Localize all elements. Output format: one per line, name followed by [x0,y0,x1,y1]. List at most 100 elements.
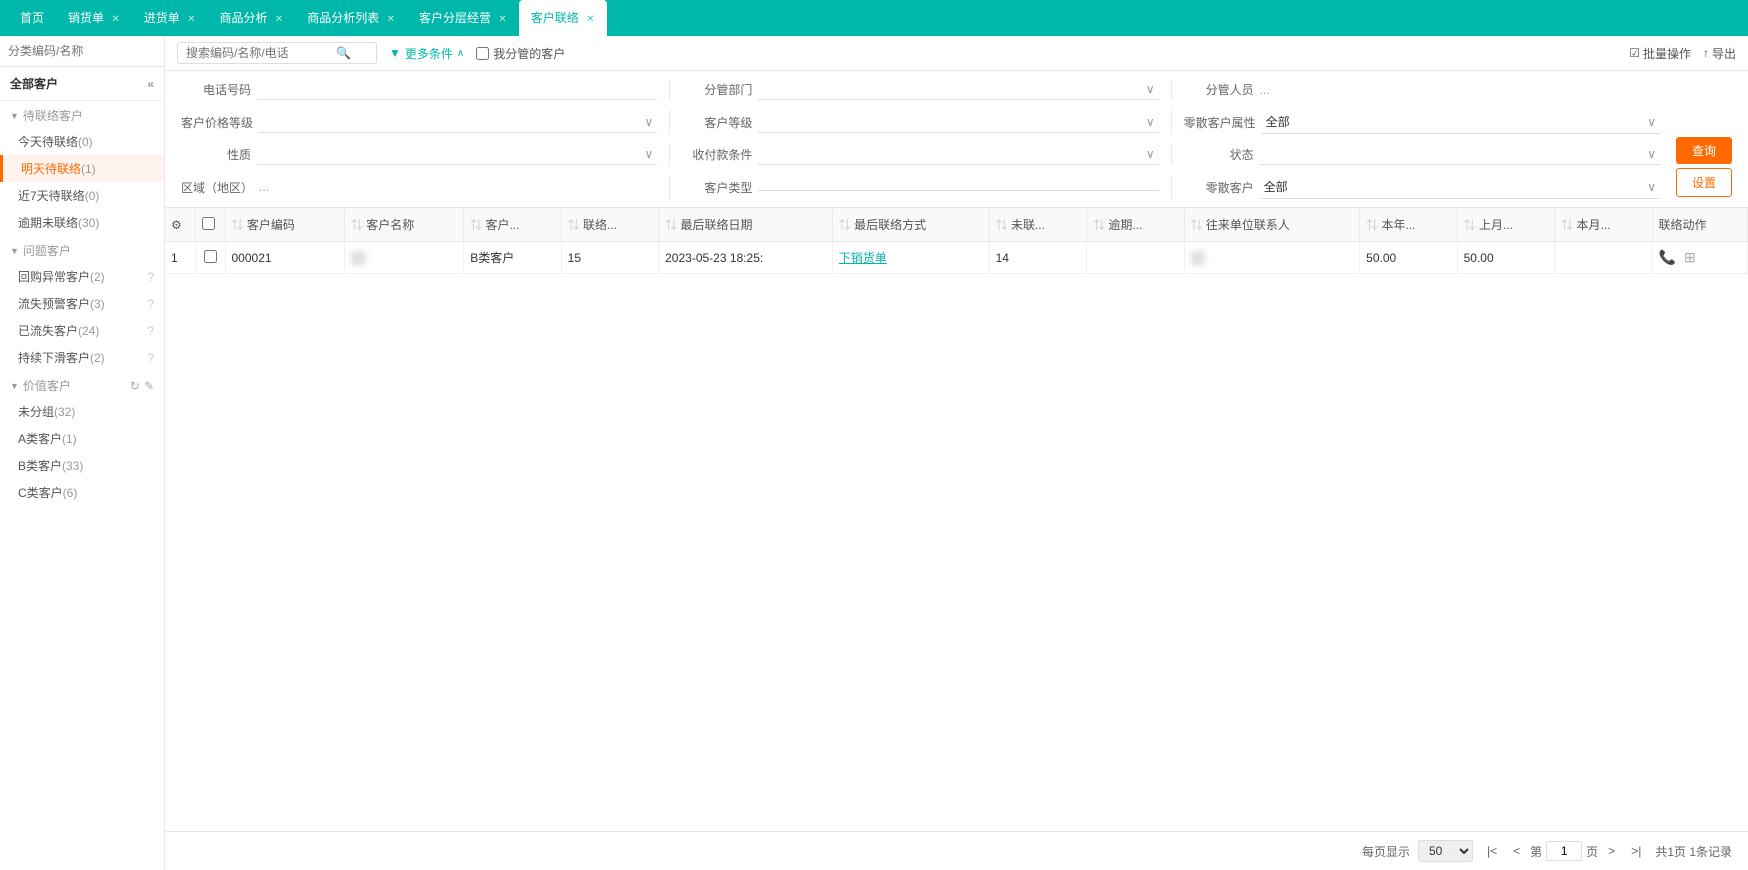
filter-search-input[interactable] [186,46,336,60]
batch-operation-button[interactable]: ☑ 批量操作 [1629,45,1691,62]
sidebar-item-tomorrow[interactable]: 明天待联络(1) [0,155,164,182]
nav-tab-salesorder[interactable]: 销货单 ✕ [56,0,132,36]
th-setting: ⚙ [165,208,195,242]
close-purchaseorder-tab[interactable]: ✕ [187,14,195,25]
adv-input-phone[interactable] [257,79,657,100]
adv-filter-row2: 客户价格等级 ∨ 客户等级 ∨ [181,110,1660,134]
adv-select-customer-type[interactable] [758,184,1158,191]
value-customer-edit-icon[interactable]: ✎ [144,379,154,393]
td-year-amount: 50.00 [1360,242,1457,274]
td-last-method: 下销货单 [832,242,989,274]
select-all-checkbox[interactable] [202,217,215,230]
sidebar-all-customers[interactable]: 全部客户 « [0,67,164,101]
sidebar-item-7days[interactable]: 近7天待联络(0) [0,182,164,209]
page-number-input[interactable] [1546,841,1582,861]
sidebar-item-ungrouped[interactable]: 未分组(32) [0,398,164,425]
top-navigation: 首页 销货单 ✕ 进货单 ✕ 商品分析 ✕ 商品分析列表 ✕ 客户分层经营 ✕ … [0,0,1748,36]
adv-select-nature[interactable]: ∨ [257,144,657,165]
sidebar-item-overdue[interactable]: 逾期未联络(30) [0,209,164,236]
batch-checkbox-icon: ☑ [1629,46,1640,60]
sidebar-item-class-b[interactable]: B类客户(33) [0,452,164,479]
sidebar-item-abnormal[interactable]: 回购异常客户(2) ? [0,263,164,290]
close-productanalysis-tab[interactable]: ✕ [275,14,283,25]
data-table: ⚙ ⇅ 客户编码 ⇅ 客户名称 [165,208,1748,274]
adv-filter-row1: 电话号码 分管部门 ∨ 分管人员 [181,79,1660,100]
adv-filter-row3: 性质 ∨ 收付款条件 ∨ [181,144,1660,165]
next-page-button[interactable]: > [1602,842,1621,860]
sidebar-item-class-a[interactable]: A类客户(1) [0,425,164,452]
sidebar-item-churned[interactable]: 已流失客户(24) ? [0,317,164,344]
value-customer-refresh-icon[interactable]: ↻ [130,379,140,393]
setting-button[interactable]: 设置 [1676,168,1732,197]
filter-search-box[interactable]: 🔍 [177,42,377,64]
nav-tab-customerlayer[interactable]: 客户分层经营 ✕ [407,0,519,36]
customer-name-blurred: Ea [351,251,366,265]
sort-icon-date[interactable]: ⇅ [665,218,677,232]
close-customerlayer-tab[interactable]: ✕ [498,14,506,25]
nav-tab-productanalysislist[interactable]: 商品分析列表 ✕ [295,0,407,36]
filter-my-customers[interactable]: 我分管的客户 [476,45,565,62]
export-button[interactable]: ↑ 导出 [1703,45,1736,62]
close-productanalysislist-tab[interactable]: ✕ [387,14,395,25]
query-button[interactable]: 查询 [1676,137,1732,164]
adv-field-customer-level: 客户等级 ∨ [682,112,1158,133]
help-icon-abnormal[interactable]: ? [147,270,154,284]
th-unlisted: ⇅ 未联... [989,208,1086,242]
page-navigation: |< < 第 页 > >| [1481,841,1647,861]
sidebar-search-input[interactable] [8,44,163,58]
close-customercontact-tab[interactable]: ✕ [586,14,594,25]
help-icon-churned[interactable]: ? [147,324,154,338]
nav-tab-productanalysis[interactable]: 商品分析 ✕ [208,0,296,36]
sort-icon-unlisted[interactable]: ⇅ [996,218,1008,232]
sidebar-item-class-c[interactable]: C类客户(6) [0,479,164,506]
filter-more-conditions[interactable]: ▼ 更多条件 ∧ [389,45,464,62]
nav-tab-purchaseorder[interactable]: 进货单 ✕ [132,0,208,36]
nav-tab-customercontact[interactable]: 客户联络 ✕ [519,0,607,36]
page-suffix: 页 [1586,843,1598,860]
adv-select-retail-attr[interactable]: 全部 ∨ [1262,110,1660,134]
table-row: 1 000021 Ea B类客户 15 2023-05-23 18:25: 下销… [165,242,1748,274]
sort-icon-name[interactable]: ⇅ [351,218,363,232]
adv-select-payment[interactable]: ∨ [758,144,1158,165]
adv-select-price-level[interactable]: ∨ [259,112,657,133]
row-checkbox[interactable] [204,250,217,263]
adv-select-department[interactable]: ∨ [758,79,1158,100]
sort-icon-overdue[interactable]: ⇅ [1093,218,1105,232]
filter-search-icon[interactable]: 🔍 [336,46,351,60]
manager-ellipsis[interactable]: ... [1260,83,1270,97]
per-page-select[interactable]: 50 100 200 [1418,840,1473,862]
sidebar-item-declining[interactable]: 持续下滑客户(2) ? [0,344,164,371]
adv-select-retail-customer[interactable]: 全部 ∨ [1260,175,1660,199]
settings-icon[interactable]: ⚙ [171,218,182,232]
filter-more-chevron: ∧ [457,48,464,59]
help-icon-declining[interactable]: ? [147,351,154,365]
sidebar-collapse-icon[interactable]: « [147,77,154,91]
adv-field-payment: 收付款条件 ∨ [682,144,1158,165]
region-ellipsis[interactable]: ... [259,180,269,194]
phone-action-icon[interactable]: 📞 [1659,249,1676,266]
sort-icon-method[interactable]: ⇅ [839,218,851,232]
close-salesorder-tab[interactable]: ✕ [111,14,119,25]
help-icon-churn-warning[interactable]: ? [147,297,154,311]
last-method-link[interactable]: 下销货单 [839,251,887,265]
sidebar-item-today[interactable]: 今天待联络(0) [0,128,164,155]
td-check [195,242,225,274]
sidebar-item-churn-warning[interactable]: 流失预警客户(3) ? [0,290,164,317]
nav-home[interactable]: 首页 [8,0,56,36]
sort-icon-thismonth[interactable]: ⇅ [1561,218,1573,232]
my-customers-checkbox[interactable] [476,47,489,60]
sort-icon-contact[interactable]: ⇅ [568,218,580,232]
adv-select-customer-level[interactable]: ∨ [758,112,1158,133]
first-page-button[interactable]: |< [1481,842,1503,860]
sort-icon-type[interactable]: ⇅ [470,218,482,232]
grid-action-icon[interactable]: ⊞ [1684,249,1696,266]
sort-icon-code[interactable]: ⇅ [232,218,244,232]
sort-icon-lastmonth[interactable]: ⇅ [1464,218,1476,232]
adv-select-status[interactable]: ∨ [1260,144,1660,165]
chevron-payment: ∨ [1146,147,1155,161]
sort-icon-year[interactable]: ⇅ [1366,218,1378,232]
sort-icon-person[interactable]: ⇅ [1191,218,1203,232]
td-name: Ea [344,242,463,274]
prev-page-button[interactable]: < [1507,842,1526,860]
last-page-button[interactable]: >| [1625,842,1647,860]
